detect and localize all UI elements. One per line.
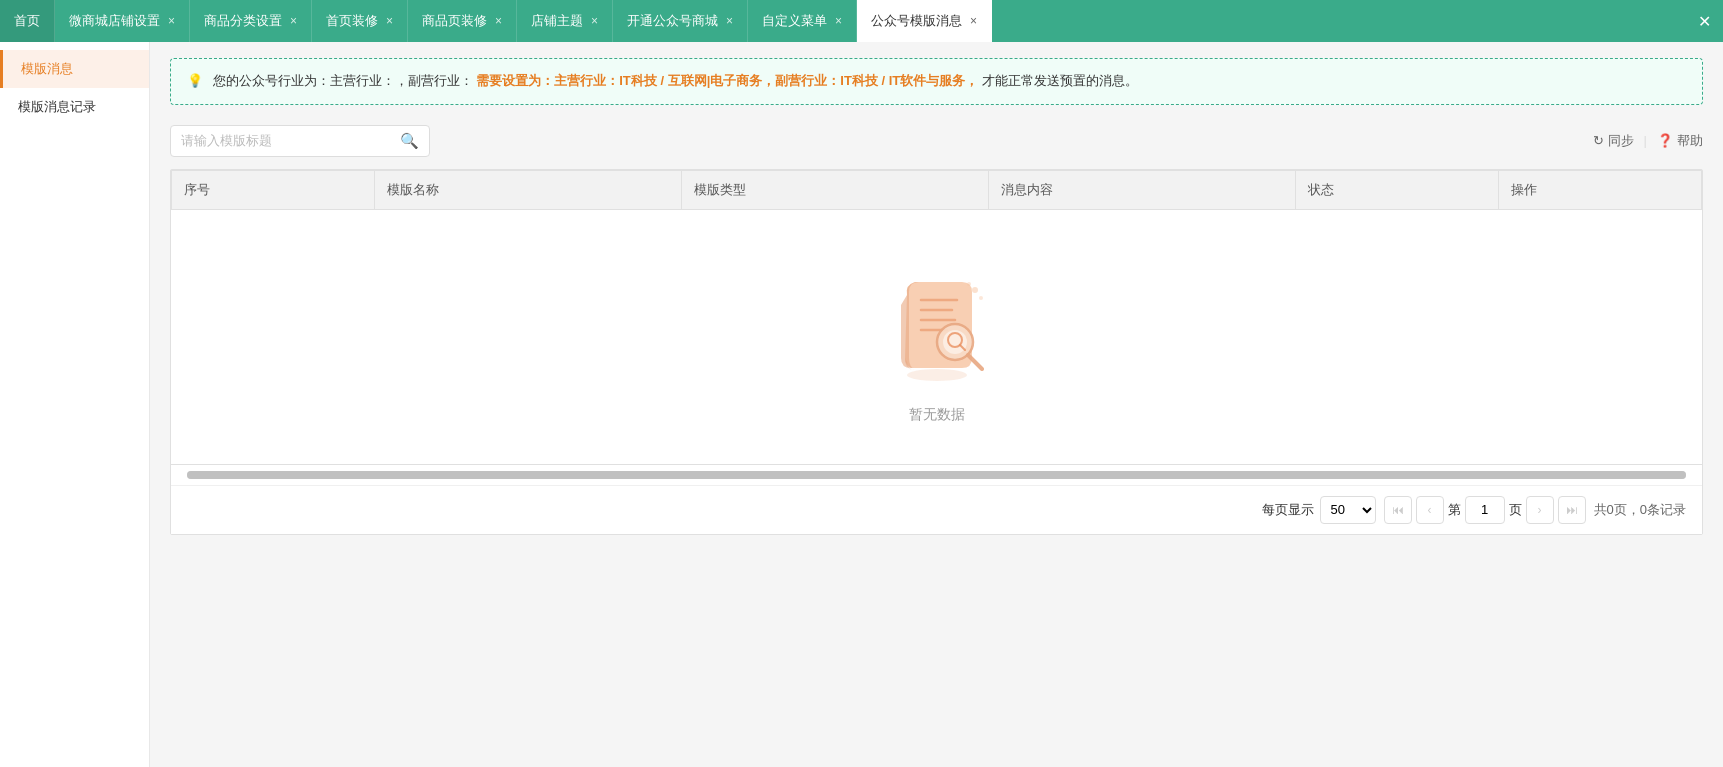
tab-weishop[interactable]: 微商城店铺设置 ×: [55, 0, 190, 42]
table-header-模版名称: 模版名称: [375, 170, 682, 209]
tab-home[interactable]: 首页: [0, 0, 55, 42]
toolbar-divider: |: [1644, 133, 1647, 148]
empty-state: 暂无数据: [171, 210, 1702, 464]
sidebar: 模版消息模版消息记录: [0, 42, 150, 767]
tab-close-homepage[interactable]: ×: [386, 14, 393, 28]
notice-box: 💡 您的公众号行业为：主营行业：，副营行业： 需要设置为：主营行业：IT科技 /…: [170, 58, 1703, 105]
tab-close-product[interactable]: ×: [495, 14, 502, 28]
notice-highlight: 需要设置为：主营行业：IT科技 / 互联网|电子商务，副营行业：IT科技 / I…: [476, 73, 978, 88]
last-page-button[interactable]: ⏭: [1558, 496, 1586, 524]
fake-scrollbar[interactable]: [187, 471, 1686, 479]
svg-point-12: [967, 282, 971, 286]
scrollbar-thumb[interactable]: [187, 471, 1686, 479]
tab-bar: 首页微商城店铺设置×商品分类设置×首页装修×商品页装修×店铺主题×开通公众号商城…: [0, 0, 1723, 42]
search-input[interactable]: [181, 133, 400, 148]
page-input[interactable]: [1465, 496, 1505, 524]
scroll-bar-area: [171, 464, 1702, 485]
tab-label-theme: 店铺主题: [531, 12, 583, 30]
notice-prefix: 您的公众号行业为：主营行业：，副营行业：: [213, 73, 473, 88]
tab-label-mall: 开通公众号商城: [627, 12, 718, 30]
tab-label-weishop: 微商城店铺设置: [69, 12, 160, 30]
tab-close-weishop[interactable]: ×: [168, 14, 175, 28]
table-header-消息内容: 消息内容: [988, 170, 1295, 209]
search-bar: 🔍 ↻ 同步 | ❓ 帮助: [170, 125, 1703, 157]
sidebar-item-template-record[interactable]: 模版消息记录: [0, 88, 149, 126]
tab-close-mall[interactable]: ×: [726, 14, 733, 28]
tab-close-category[interactable]: ×: [290, 14, 297, 28]
help-label: 帮助: [1677, 132, 1703, 150]
tab-label-category: 商品分类设置: [204, 12, 282, 30]
page-suffix: 页: [1509, 501, 1522, 519]
tab-label-product: 商品页装修: [422, 12, 487, 30]
tab-product[interactable]: 商品页装修 ×: [408, 0, 517, 42]
table-header-序号: 序号: [172, 170, 375, 209]
per-page-selector: 每页显示 50 20 100: [1262, 496, 1376, 524]
tab-label-home: 首页: [14, 12, 40, 30]
search-button[interactable]: 🔍: [400, 132, 419, 150]
notice-suffix: 才能正常发送预置的消息。: [982, 73, 1138, 88]
sidebar-item-template-msg[interactable]: 模版消息: [0, 50, 149, 88]
sync-label: 同步: [1608, 132, 1634, 150]
tab-mall[interactable]: 开通公众号商城 ×: [613, 0, 748, 42]
svg-point-0: [907, 369, 967, 381]
page-prefix: 第: [1448, 501, 1461, 519]
table-wrapper: 序号模版名称模版类型消息内容状态操作: [170, 169, 1703, 535]
pagination-nav: ⏮ ‹ 第 页 › ⏭: [1384, 496, 1586, 524]
content-area: 💡 您的公众号行业为：主营行业：，副营行业： 需要设置为：主营行业：IT科技 /…: [150, 42, 1723, 767]
tab-close-template[interactable]: ×: [970, 14, 977, 28]
data-table: 序号模版名称模版类型消息内容状态操作: [171, 170, 1702, 210]
svg-point-11: [979, 296, 983, 300]
tab-label-homepage: 首页装修: [326, 12, 378, 30]
first-page-button[interactable]: ⏮: [1384, 496, 1412, 524]
prev-page-button[interactable]: ‹: [1416, 496, 1444, 524]
tab-homepage[interactable]: 首页装修 ×: [312, 0, 408, 42]
tab-close-theme[interactable]: ×: [591, 14, 598, 28]
table-header-模版类型: 模版类型: [682, 170, 989, 209]
help-button[interactable]: ❓ 帮助: [1657, 132, 1703, 150]
pagination: 每页显示 50 20 100 ⏮ ‹ 第 页 › ⏭ 共0页，0条记: [171, 485, 1702, 534]
page-size-select[interactable]: 50 20 100: [1320, 496, 1376, 524]
tab-theme[interactable]: 店铺主题 ×: [517, 0, 613, 42]
per-page-label: 每页显示: [1262, 501, 1314, 519]
tab-label-template: 公众号模版消息: [871, 12, 962, 30]
tab-category[interactable]: 商品分类设置 ×: [190, 0, 312, 42]
tab-label-menu: 自定义菜单: [762, 12, 827, 30]
table-header-状态: 状态: [1295, 170, 1498, 209]
empty-text: 暂无数据: [909, 406, 965, 424]
svg-point-10: [972, 287, 978, 293]
toolbar-right: ↻ 同步 | ❓ 帮助: [1593, 132, 1703, 150]
search-input-wrap: 🔍: [170, 125, 430, 157]
help-icon: ❓: [1657, 133, 1673, 148]
tab-menu[interactable]: 自定义菜单 ×: [748, 0, 857, 42]
main-layout: 模版消息模版消息记录 💡 您的公众号行业为：主营行业：，副营行业： 需要设置为：…: [0, 42, 1723, 767]
close-all-button[interactable]: ✕: [1698, 12, 1723, 31]
tab-template[interactable]: 公众号模版消息 ×: [857, 0, 992, 42]
next-page-button[interactable]: ›: [1526, 496, 1554, 524]
tab-close-menu[interactable]: ×: [835, 14, 842, 28]
notice-icon: 💡: [187, 73, 203, 88]
page-total: 共0页，0条记录: [1594, 501, 1686, 519]
sync-button[interactable]: ↻ 同步: [1593, 132, 1634, 150]
empty-icon: [877, 270, 997, 390]
table-header-操作: 操作: [1498, 170, 1701, 209]
sync-icon: ↻: [1593, 133, 1604, 148]
